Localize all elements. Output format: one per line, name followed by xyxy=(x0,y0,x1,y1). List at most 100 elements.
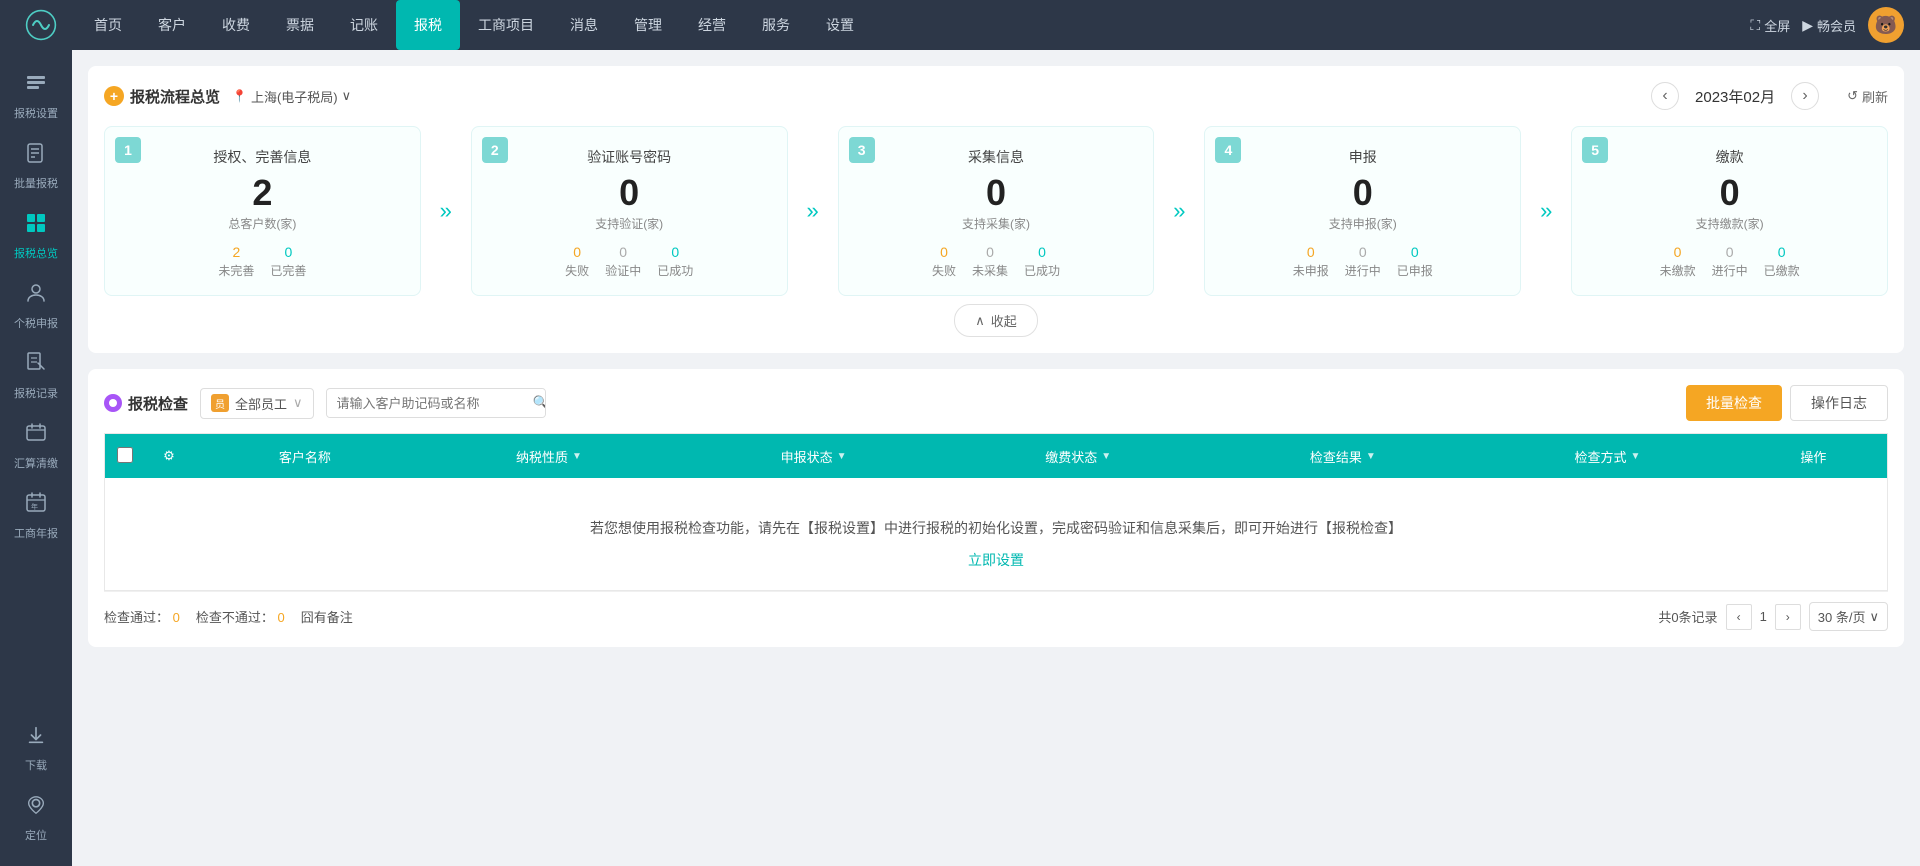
sidebar-item-tax-settings[interactable]: 报税设置 xyxy=(0,58,72,128)
user-avatar[interactable]: 🐻 xyxy=(1868,7,1904,43)
nav-item-customer[interactable]: 客户 xyxy=(140,0,204,50)
refresh-button[interactable]: ↺ 刷新 xyxy=(1847,87,1888,106)
payment-status-filter-icon[interactable]: ▼ xyxy=(1101,451,1111,462)
location-icon xyxy=(18,787,54,823)
nav-item-operation[interactable]: 经营 xyxy=(680,0,744,50)
nav-item-message[interactable]: 消息 xyxy=(552,0,616,50)
step-title-1: 授权、完善信息 xyxy=(121,147,404,167)
stat-ongoing-4: 0 进行中 xyxy=(1345,244,1381,279)
payment-status-header: 缴费状态▼ xyxy=(946,434,1211,478)
step-title-5: 缴款 xyxy=(1588,147,1871,167)
location-selector[interactable]: 📍 上海(电子税局) ∨ xyxy=(232,87,351,106)
pass-count-value[interactable]: 0 xyxy=(173,610,180,625)
tax-settings-icon xyxy=(18,65,54,101)
step-num-4: 4 xyxy=(1215,137,1241,163)
select-all-checkbox[interactable] xyxy=(117,447,133,463)
operation-header: 操作 xyxy=(1740,434,1887,478)
stat-fail-1: 2 未完善 xyxy=(218,244,254,279)
step-card-4: 4 申报 0 支持申报(家) 0 未申报 0 进行中 xyxy=(1204,126,1521,296)
tax-table-container[interactable]: ⚙ 客户名称 纳税性质▼ 申报状态▼ xyxy=(104,433,1888,591)
step-card-2: 2 验证账号密码 0 支持验证(家) 0 失败 0 验证中 xyxy=(471,126,788,296)
fail-count-value[interactable]: 0 xyxy=(278,610,285,625)
nav-item-commerce[interactable]: 工商项目 xyxy=(460,0,552,50)
nav-item-fee[interactable]: 收费 xyxy=(204,0,268,50)
employee-selector[interactable]: 员 全部员工 ∨ xyxy=(200,388,314,419)
nav-item-bookkeeping[interactable]: 记账 xyxy=(332,0,396,50)
collapse-button[interactable]: ∧ 收起 xyxy=(954,304,1038,337)
batch-check-button[interactable]: 批量检查 xyxy=(1686,385,1782,421)
step-num-2: 2 xyxy=(482,137,508,163)
next-month-button[interactable]: › xyxy=(1791,82,1819,110)
vip-button[interactable]: ▶ 畅会员 xyxy=(1802,16,1856,35)
tax-nature-filter-icon[interactable]: ▼ xyxy=(572,451,582,462)
nav-item-manage[interactable]: 管理 xyxy=(616,0,680,50)
prev-page-button[interactable]: ‹ xyxy=(1726,604,1752,630)
check-method-header: 检查方式▼ xyxy=(1475,434,1740,478)
select-all-header xyxy=(105,434,145,478)
nav-item-home[interactable]: 首页 xyxy=(76,0,140,50)
sidebar-bottom: 下载 定位 xyxy=(0,710,72,866)
per-page-selector[interactable]: 30 条/页 ∨ xyxy=(1809,602,1888,631)
step-title-2: 验证账号密码 xyxy=(488,147,771,167)
dropdown-icon: ∨ xyxy=(293,395,303,411)
stat-verifying-2: 0 验证中 xyxy=(605,244,641,279)
declare-status-filter-icon[interactable]: ▼ xyxy=(837,451,847,462)
step-count-5: 0 xyxy=(1588,175,1871,211)
step-stats-2: 0 失败 0 验证中 0 已成功 xyxy=(488,244,771,279)
step-num-5: 5 xyxy=(1582,137,1608,163)
sidebar-item-tax-records[interactable]: 报税记录 xyxy=(0,338,72,408)
footer-pagination: 共0条记录 ‹ 1 › 30 条/页 ∨ xyxy=(1658,602,1888,631)
annual-report-icon: 年 xyxy=(18,485,54,521)
fullscreen-button[interactable]: ⛶ 全屏 xyxy=(1750,16,1790,35)
step-subtitle-3: 支持采集(家) xyxy=(855,215,1138,232)
operation-log-button[interactable]: 操作日志 xyxy=(1790,385,1888,421)
sidebar: 报税设置 批量报税 报税总览 xyxy=(0,50,72,866)
check-result-filter-icon[interactable]: ▼ xyxy=(1366,451,1376,462)
search-button[interactable]: 🔍 xyxy=(523,389,546,417)
empty-state-message: 若您想使用报税检查功能，请先在【报税设置】中进行报税的初始化设置，完成密码验证和… xyxy=(105,478,1887,590)
stat-uncollected-3: 0 未采集 xyxy=(972,244,1008,279)
sidebar-item-location[interactable]: 定位 xyxy=(0,780,72,850)
step-stats-4: 0 未申报 0 进行中 0 已申报 xyxy=(1221,244,1504,279)
nav-item-tax[interactable]: 报税 xyxy=(396,0,460,50)
check-header: 报税检查 员 全部员工 ∨ 🔍 批量检查 操作日志 xyxy=(104,385,1888,421)
setup-link[interactable]: 立即设置 xyxy=(968,552,1024,568)
step-stats-3: 0 失败 0 未采集 0 已成功 xyxy=(855,244,1138,279)
plus-icon: + xyxy=(104,86,124,106)
collapse-row: ∧ 收起 xyxy=(104,304,1888,337)
step-num-1: 1 xyxy=(115,137,141,163)
sidebar-item-batch-tax[interactable]: 批量报税 xyxy=(0,128,72,198)
step-card-5: 5 缴款 0 支持缴款(家) 0 未缴款 0 进行中 xyxy=(1571,126,1888,296)
prev-month-button[interactable]: ‹ xyxy=(1651,82,1679,110)
customer-search-input[interactable] xyxy=(327,390,523,417)
step-arrow-2: » xyxy=(788,198,838,224)
step-count-3: 0 xyxy=(855,175,1138,211)
nav-item-invoice[interactable]: 票据 xyxy=(268,0,332,50)
main-layout: 报税设置 批量报税 报税总览 xyxy=(0,50,1920,866)
batch-tax-icon xyxy=(18,135,54,171)
column-settings-button[interactable]: ⚙ xyxy=(157,444,181,468)
next-page-button[interactable]: › xyxy=(1775,604,1801,630)
step-stats-1: 2 未完善 0 已完善 xyxy=(121,244,404,279)
table-footer: 检查通过： 0 检查不通过： 0 囧有备注 共0条记录 ‹ 1 › 30 条/页… xyxy=(104,591,1888,631)
sidebar-item-personal-tax[interactable]: 个税申报 xyxy=(0,268,72,338)
step-card-3: 3 采集信息 0 支持采集(家) 0 失败 0 未采集 xyxy=(838,126,1155,296)
step-subtitle-4: 支持申报(家) xyxy=(1221,215,1504,232)
purple-dot-icon xyxy=(104,394,122,412)
sidebar-item-annual-report[interactable]: 年 工商年报 xyxy=(0,478,72,548)
sidebar-item-tax-overview[interactable]: 报税总览 xyxy=(0,198,72,268)
customer-name-header: 客户名称 xyxy=(193,434,417,478)
stat-ongoing-5: 0 进行中 xyxy=(1712,244,1748,279)
customer-search-box: 🔍 xyxy=(326,388,546,418)
step-subtitle-1: 总客户数(家) xyxy=(121,215,404,232)
check-right-actions: 批量检查 操作日志 xyxy=(1686,385,1888,421)
nav-items: 首页 客户 收费 票据 记账 报税 工商项目 消息 管理 经营 服务 设置 xyxy=(76,0,1750,50)
overview-title: + 报税流程总览 xyxy=(104,86,220,107)
nav-item-service[interactable]: 服务 xyxy=(744,0,808,50)
nav-item-settings[interactable]: 设置 xyxy=(808,0,872,50)
top-navigation: 首页 客户 收费 票据 记账 报税 工商项目 消息 管理 经营 服务 设置 ⛶ … xyxy=(0,0,1920,50)
check-method-filter-icon[interactable]: ▼ xyxy=(1630,451,1640,462)
sidebar-item-annual-settlement[interactable]: 汇算清缴 xyxy=(0,408,72,478)
sidebar-item-download[interactable]: 下载 xyxy=(0,710,72,780)
step-title-4: 申报 xyxy=(1221,147,1504,167)
